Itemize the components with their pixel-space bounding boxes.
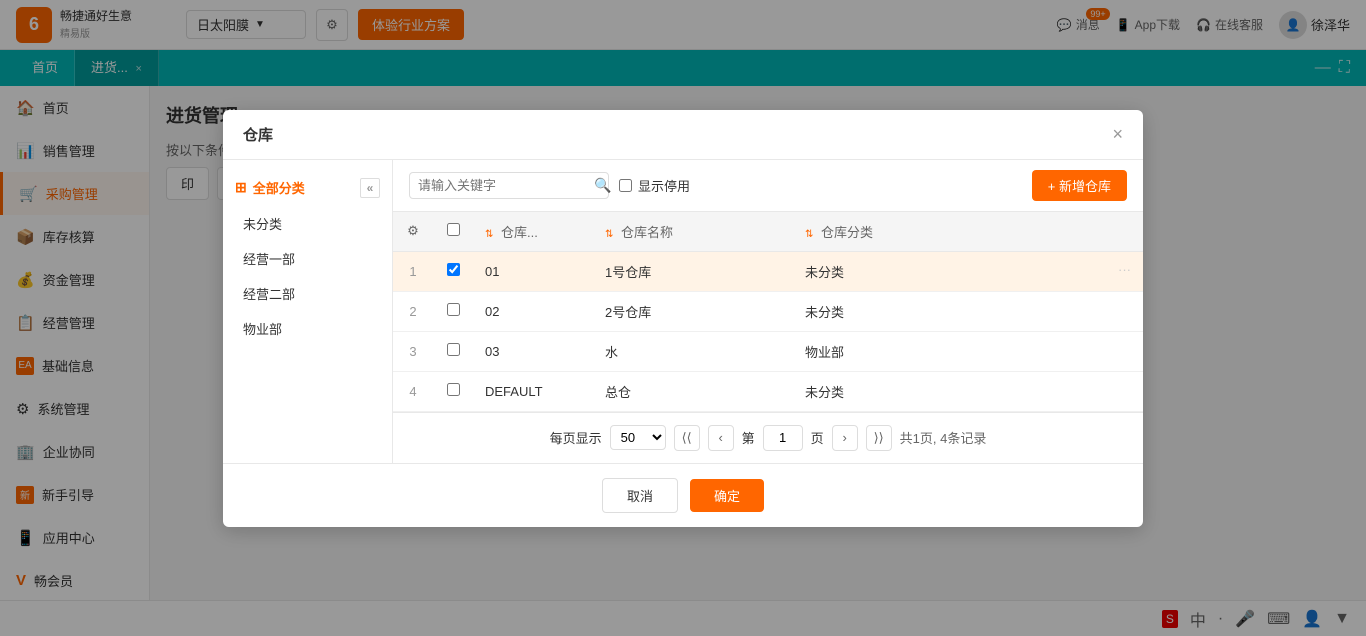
grid-icon: ⊞ [235,179,247,196]
col-category-label: 仓库分类 [821,225,873,240]
confirm-button[interactable]: 确定 [690,479,764,512]
row3-code: 03 [473,331,593,371]
show-disabled-checkbox[interactable] [619,179,632,192]
col-checkbox [433,212,473,252]
category-item-unclassified[interactable]: 未分类 [223,206,392,241]
search-box: 🔍 [409,172,609,199]
row1-gear: 1 [393,251,433,291]
modal-toolbar: 🔍 显示停用 + 新增仓库 [393,160,1143,212]
all-category-item[interactable]: ⊞ 全部分类 [235,178,305,197]
row1-category: 未分类 ··· [793,251,1143,291]
category-item-operations1[interactable]: 经营一部 [223,241,392,276]
warehouse-table: ⚙ ⇅ 仓库... ⇅ [393,212,1143,412]
per-page-select[interactable]: 50 10 20 100 [610,425,666,450]
col-code-label: 仓库... [501,225,538,240]
row3-checkbox-cell [433,331,473,371]
all-category-label: 全部分类 [253,178,305,197]
total-info: 共1页, 4条记录 [900,428,987,447]
show-disabled-label: 显示停用 [619,176,690,195]
row1-name: 1号仓库 [593,251,793,291]
table-row[interactable]: 4 DEFAULT 总仓 未分类 [393,371,1143,411]
modal-footer: 取消 确定 [223,463,1143,527]
modal-header: 仓库 × [223,110,1143,160]
collapse-button[interactable]: « [360,178,380,198]
row2-checkbox-cell [433,291,473,331]
category-unclassified-label: 未分类 [243,217,282,232]
table-header-row: ⚙ ⇅ 仓库... ⇅ [393,212,1143,252]
sort-category-icon: ⇅ [805,229,813,240]
row3-category: 物业部 [793,331,1143,371]
col-name[interactable]: ⇅ 仓库名称 [593,212,793,252]
search-icon: 🔍 [594,177,611,194]
cancel-button[interactable]: 取消 [602,478,678,513]
category-ops2-label: 经营二部 [243,287,295,302]
row2-gear: 2 [393,291,433,331]
page-word: 第 [742,428,755,447]
category-item-operations2[interactable]: 经营二部 [223,276,392,311]
page-number-input[interactable] [763,425,803,451]
row2-category: 未分类 [793,291,1143,331]
row1-checkbox-cell [433,251,473,291]
row2-code: 02 [473,291,593,331]
row1-more[interactable]: ··· [1118,262,1131,277]
prev-page-button[interactable]: ‹ [708,425,734,451]
category-item-property[interactable]: 物业部 [223,311,392,346]
sort-name-icon: ⇅ [605,229,613,240]
gear-col-icon: ⚙ [407,223,419,238]
pagination: 每页显示 50 10 20 100 ⟨⟨ ‹ 第 页 › ⟩⟩ 共1页, 4条记… [393,412,1143,463]
row1-code: 01 [473,251,593,291]
sort-code-icon: ⇅ [485,229,493,240]
row4-checkbox-cell [433,371,473,411]
table: ⚙ ⇅ 仓库... ⇅ [393,212,1143,412]
row2-checkbox[interactable] [447,303,460,316]
table-row[interactable]: 3 03 水 物业部 [393,331,1143,371]
row3-name: 水 [593,331,793,371]
last-page-button[interactable]: ⟩⟩ [866,425,892,451]
category-panel: ⊞ 全部分类 « 未分类 经营一部 经营二部 物业部 [223,160,393,463]
modal-body: ⊞ 全部分类 « 未分类 经营一部 经营二部 物业部 [223,160,1143,463]
modal-title: 仓库 [243,124,273,145]
row3-checkbox[interactable] [447,343,460,356]
row4-gear: 4 [393,371,433,411]
modal-close-button[interactable]: × [1112,124,1123,145]
col-gear: ⚙ [393,212,433,252]
category-property-label: 物业部 [243,322,282,337]
content-panel: 🔍 显示停用 + 新增仓库 [393,160,1143,463]
category-header: ⊞ 全部分类 « [223,170,392,206]
show-disabled-text: 显示停用 [638,176,690,195]
row4-name: 总仓 [593,371,793,411]
row4-checkbox[interactable] [447,383,460,396]
modal-overlay: 仓库 × ⊞ 全部分类 « 未分类 经营一部 [0,0,1366,636]
search-input[interactable] [418,178,594,193]
category-ops1-label: 经营一部 [243,252,295,267]
row4-code: DEFAULT [473,371,593,411]
col-name-label: 仓库名称 [621,225,673,240]
row4-category: 未分类 [793,371,1143,411]
page-label: 页 [811,428,824,447]
add-warehouse-button[interactable]: + 新增仓库 [1032,170,1127,201]
row1-num: 1 [409,264,416,279]
next-page-button[interactable]: › [832,425,858,451]
table-row[interactable]: 2 02 2号仓库 未分类 [393,291,1143,331]
col-category[interactable]: ⇅ 仓库分类 [793,212,1143,252]
row3-gear: 3 [393,331,433,371]
table-row[interactable]: 1 01 1号仓库 未分类 ··· [393,251,1143,291]
col-code[interactable]: ⇅ 仓库... [473,212,593,252]
row1-checkbox[interactable] [447,263,460,276]
per-page-label: 每页显示 [550,428,602,447]
toolbar-left: 🔍 显示停用 [409,172,690,199]
warehouse-modal: 仓库 × ⊞ 全部分类 « 未分类 经营一部 [223,110,1143,527]
row2-name: 2号仓库 [593,291,793,331]
first-page-button[interactable]: ⟨⟨ [674,425,700,451]
select-all-checkbox[interactable] [447,223,460,236]
